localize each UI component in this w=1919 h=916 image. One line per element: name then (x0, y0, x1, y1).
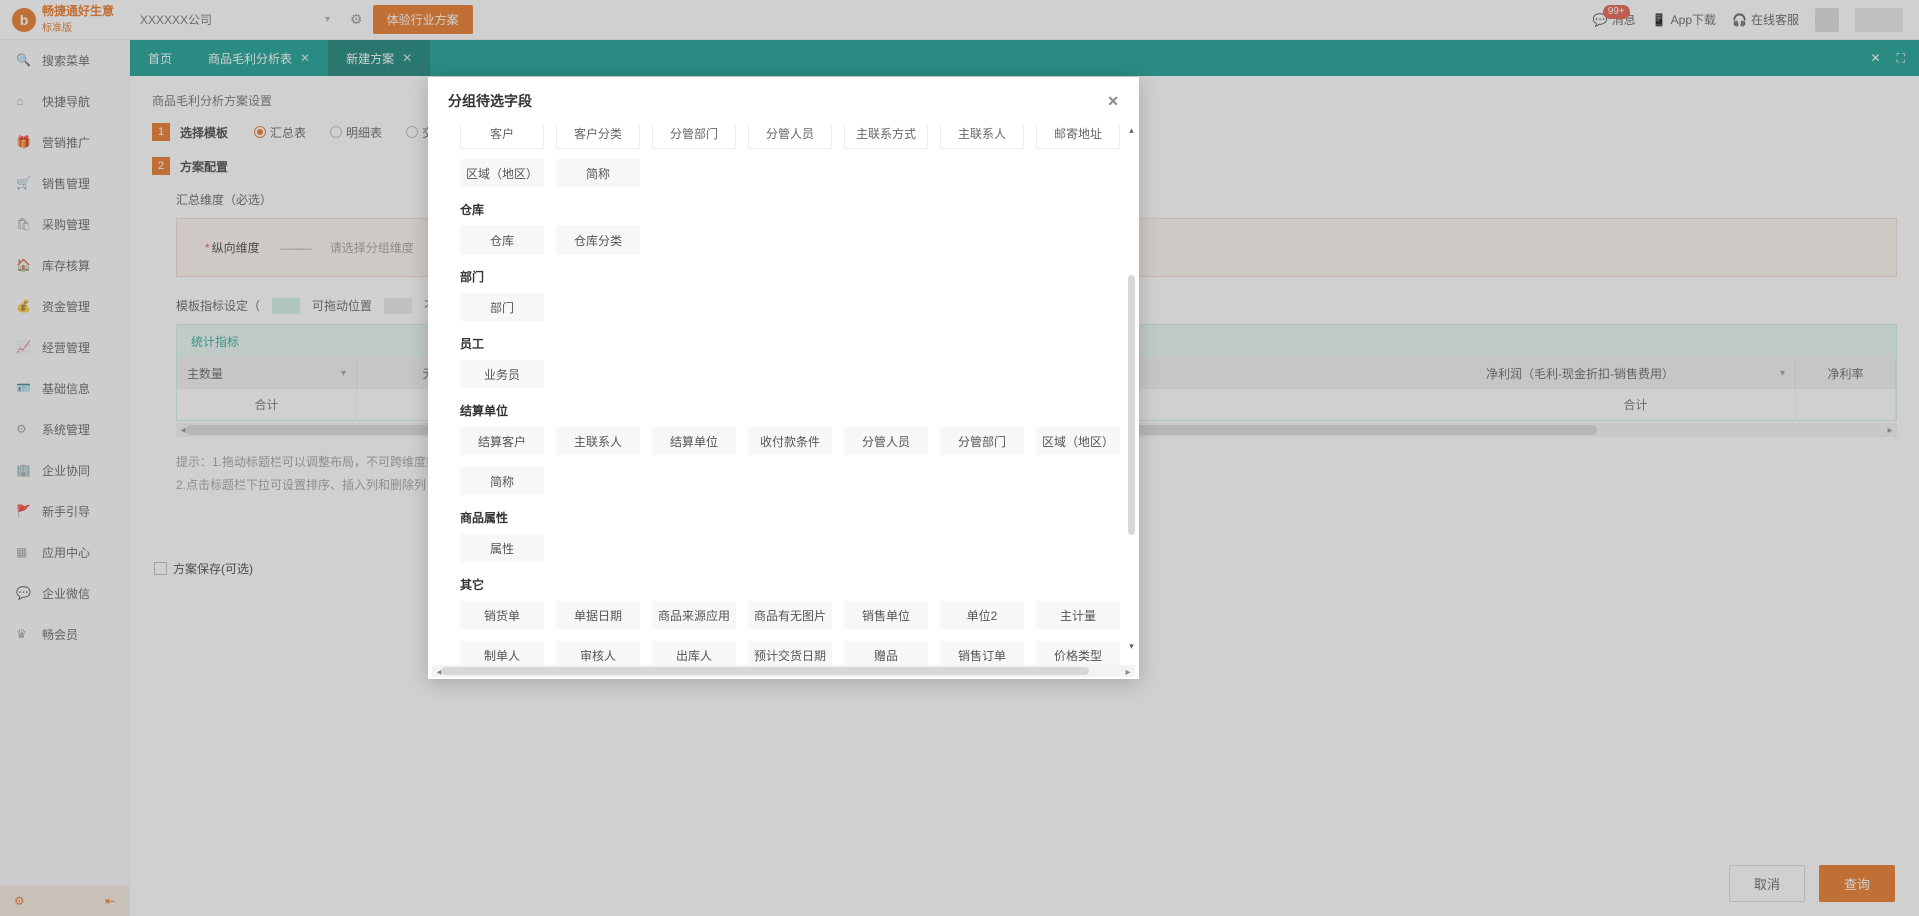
scroll-up-icon[interactable]: ▴ (1128, 125, 1135, 135)
field-chip[interactable]: 业务员 (460, 360, 544, 388)
modal-v-scrollbar[interactable]: ▴ ▾ (1128, 125, 1135, 651)
field-chip[interactable]: 主联系人 (940, 125, 1024, 149)
field-chip[interactable]: 仓库分类 (556, 226, 640, 254)
field-chip[interactable]: 收付款条件 (748, 427, 832, 455)
field-chip[interactable]: 主计量 (1036, 601, 1120, 629)
field-chip[interactable]: 主联系人 (556, 427, 640, 455)
partial-row-top: 客户 客户分类 分管部门 分管人员 主联系方式 主联系人 邮寄地址 (460, 125, 1121, 149)
group-title: 仓库 (460, 201, 1121, 218)
field-chip[interactable]: 出库人 (652, 641, 736, 665)
field-chip[interactable]: 制单人 (460, 641, 544, 665)
field-chip[interactable]: 简称 (460, 467, 544, 495)
field-picker-modal: 分组待选字段 ✕ 客户 客户分类 分管部门 分管人员 主联系方式 主联系人 邮寄… (428, 77, 1139, 679)
field-chip[interactable]: 结算客户 (460, 427, 544, 455)
field-chip-region[interactable]: 区域（地区） (460, 159, 544, 187)
field-chip[interactable]: 销货单 (460, 601, 544, 629)
close-icon[interactable]: ✕ (1107, 93, 1119, 110)
chip-row: 区域（地区） 简称 (460, 159, 1121, 187)
field-chip[interactable]: 部门 (460, 293, 544, 321)
field-chip[interactable]: 单位2 (940, 601, 1024, 629)
field-chip[interactable]: 分管部门 (652, 125, 736, 149)
field-chip[interactable]: 预计交货日期 (748, 641, 832, 665)
group-title: 结算单位 (460, 402, 1121, 419)
chip-row: 业务员 (460, 360, 1121, 388)
chip-row: 销货单单据日期商品来源应用商品有无图片销售单位单位2 主计量制单人审核人出库人预计… (460, 601, 1121, 665)
group-title: 部门 (460, 268, 1121, 285)
chip-row: 属性 (460, 534, 1121, 562)
scroll-down-icon[interactable]: ▾ (1128, 641, 1135, 651)
field-chip[interactable]: 单据日期 (556, 601, 640, 629)
field-chip[interactable]: 审核人 (556, 641, 640, 665)
modal-title: 分组待选字段 (448, 91, 532, 111)
scrollbar-thumb[interactable] (1128, 275, 1135, 535)
modal-body: 客户 客户分类 分管部门 分管人员 主联系方式 主联系人 邮寄地址 区域（地区）… (428, 125, 1139, 665)
scrollbar-thumb[interactable] (442, 667, 1089, 675)
modal-h-scrollbar[interactable]: ◂ ▸ (432, 665, 1135, 677)
field-chip[interactable]: 分管部门 (940, 427, 1024, 455)
modal-header: 分组待选字段 ✕ (428, 77, 1139, 125)
field-chip[interactable]: 区域（地区） (1036, 427, 1120, 455)
chip-row: 结算客户主联系人结算单位收付款条件分管人员分管部门区域（地区） 简称 (460, 427, 1121, 495)
scroll-right-icon[interactable]: ▸ (1121, 665, 1135, 679)
field-chip[interactable]: 客户分类 (556, 125, 640, 149)
field-chip[interactable]: 销售单位 (844, 601, 928, 629)
field-chip[interactable]: 主联系方式 (844, 125, 928, 149)
field-chip[interactable]: 销售订单 (940, 641, 1024, 665)
group-title: 员工 (460, 335, 1121, 352)
field-chip[interactable]: 属性 (460, 534, 544, 562)
field-chip[interactable]: 邮寄地址 (1036, 125, 1120, 149)
group-title: 商品属性 (460, 509, 1121, 526)
field-chip[interactable]: 结算单位 (652, 427, 736, 455)
field-chip[interactable]: 商品来源应用 (652, 601, 736, 629)
field-chip[interactable]: 仓库 (460, 226, 544, 254)
field-chip[interactable]: 分管人员 (844, 427, 928, 455)
field-chip[interactable]: 赠品 (844, 641, 928, 665)
field-chip[interactable]: 价格类型 (1036, 641, 1120, 665)
field-chip[interactable]: 客户 (460, 125, 544, 149)
field-chip[interactable]: 商品有无图片 (748, 601, 832, 629)
field-chip[interactable]: 分管人员 (748, 125, 832, 149)
chip-row: 部门 (460, 293, 1121, 321)
field-chip-short[interactable]: 简称 (556, 159, 640, 187)
chip-row: 仓库仓库分类 (460, 226, 1121, 254)
group-title: 其它 (460, 576, 1121, 593)
